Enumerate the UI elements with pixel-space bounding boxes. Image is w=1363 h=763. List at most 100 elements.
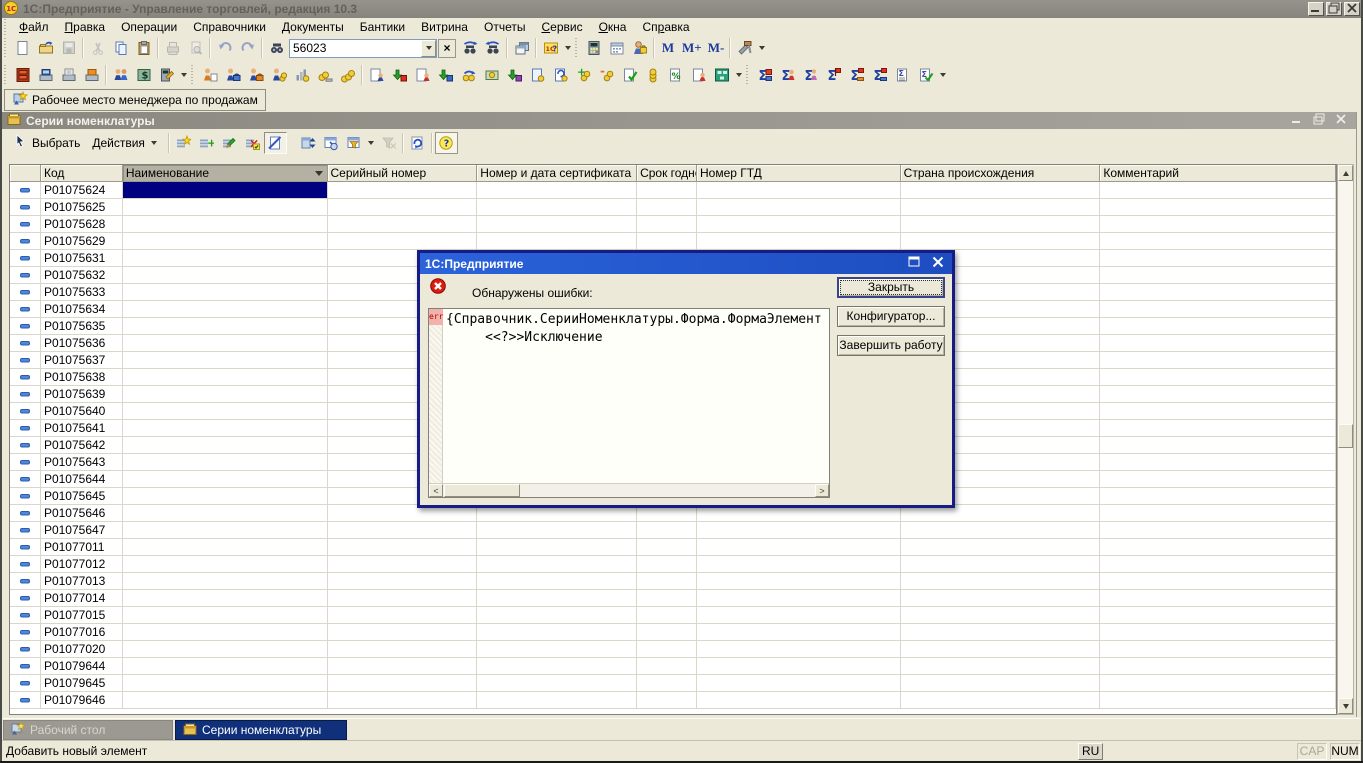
scroll-up-button[interactable]	[1338, 165, 1353, 181]
empty-cell[interactable]	[900, 182, 1101, 199]
empty-cell[interactable]	[1100, 250, 1337, 267]
menu-item-4[interactable]: Справочники	[185, 19, 274, 35]
column-header-6[interactable]: Номер ГТД	[696, 165, 901, 182]
code-cell[interactable]: P01075636	[40, 335, 123, 352]
coins-column-icon[interactable]	[641, 64, 664, 86]
empty-cell[interactable]	[327, 182, 478, 199]
empty-cell[interactable]	[122, 556, 328, 573]
item-marker-icon[interactable]	[10, 539, 41, 556]
code-cell[interactable]: P01079644	[40, 658, 123, 675]
empty-cell[interactable]	[122, 369, 328, 386]
item-marker-icon[interactable]	[10, 182, 41, 199]
report-sigma-flag3-icon[interactable]: Σ	[868, 64, 891, 86]
column-header-8[interactable]: Комментарий	[1100, 165, 1337, 182]
empty-cell[interactable]	[122, 505, 328, 522]
org-structure-icon[interactable]	[710, 64, 733, 86]
customer-coins-icon[interactable]	[267, 64, 290, 86]
search-value[interactable]: 56023	[290, 41, 421, 55]
sort-updown-icon[interactable]	[297, 132, 320, 154]
toolbar-grip[interactable]	[574, 38, 579, 58]
empty-cell[interactable]	[477, 199, 638, 216]
empty-cell[interactable]	[477, 641, 638, 658]
empty-cell[interactable]	[122, 658, 328, 675]
code-cell[interactable]: P01075646	[40, 505, 123, 522]
empty-cell[interactable]	[327, 624, 478, 641]
empty-cell[interactable]	[477, 590, 638, 607]
money-doc-icon[interactable]	[480, 64, 503, 86]
chevron-down-icon[interactable]	[756, 37, 767, 59]
empty-cell[interactable]	[637, 590, 697, 607]
filter-window-icon[interactable]	[320, 132, 343, 154]
empty-cell[interactable]	[122, 284, 328, 301]
add-group-icon[interactable]: +	[195, 132, 218, 154]
empty-cell[interactable]	[1100, 505, 1337, 522]
code-cell[interactable]: P01075647	[40, 522, 123, 539]
code-cell[interactable]: P01075635	[40, 318, 123, 335]
paste-icon[interactable]	[132, 37, 155, 59]
item-marker-icon[interactable]	[10, 250, 41, 267]
chevron-down-icon[interactable]	[937, 64, 948, 86]
menu-grip[interactable]	[3, 18, 8, 35]
empty-cell[interactable]	[327, 522, 478, 539]
empty-cell[interactable]	[1100, 590, 1337, 607]
error-text-box[interactable]: err {Справочник.СерииНоменклатуры.Форма.…	[428, 308, 830, 498]
close-button[interactable]	[1344, 2, 1360, 16]
scrollbar-thumb[interactable]	[1338, 424, 1353, 448]
empty-cell[interactable]	[900, 556, 1101, 573]
empty-cell[interactable]	[637, 624, 697, 641]
empty-cell[interactable]	[122, 488, 328, 505]
doc-coins-icon[interactable]	[526, 64, 549, 86]
empty-cell[interactable]	[122, 624, 328, 641]
item-marker-icon[interactable]	[10, 369, 41, 386]
item-marker-icon[interactable]	[10, 233, 41, 250]
sales-coins-icon[interactable]	[290, 64, 313, 86]
window-tab-2[interactable]: Серии номенклатуры	[175, 720, 347, 740]
menu-item-2[interactable]: Правка	[57, 19, 114, 35]
configurator-button[interactable]: Конфигуратор...	[837, 306, 945, 327]
copy-icon[interactable]	[109, 37, 132, 59]
cash-machine-icon[interactable]	[34, 64, 57, 86]
empty-cell[interactable]	[1100, 488, 1337, 505]
empty-cell[interactable]	[327, 590, 478, 607]
empty-cell[interactable]	[122, 233, 328, 250]
item-marker-icon[interactable]	[10, 216, 41, 233]
empty-cell[interactable]	[122, 675, 328, 692]
code-cell[interactable]: P01075644	[40, 471, 123, 488]
chevron-down-icon[interactable]	[366, 132, 377, 154]
code-cell[interactable]: P01077020	[40, 641, 123, 658]
empty-cell[interactable]	[900, 692, 1101, 709]
coins-exchange-icon[interactable]	[457, 64, 480, 86]
empty-cell[interactable]	[1100, 624, 1337, 641]
code-cell[interactable]: P01077016	[40, 624, 123, 641]
empty-cell[interactable]	[1100, 335, 1337, 352]
empty-cell[interactable]	[637, 199, 697, 216]
toolbar-grip[interactable]	[190, 64, 195, 85]
empty-cell[interactable]	[1100, 454, 1337, 471]
child-close-button[interactable]	[1334, 114, 1348, 127]
empty-cell[interactable]	[122, 352, 328, 369]
column-header-1[interactable]: Код	[40, 165, 123, 182]
empty-cell[interactable]	[1100, 573, 1337, 590]
code-cell[interactable]: P01077012	[40, 556, 123, 573]
empty-cell[interactable]	[900, 607, 1101, 624]
item-marker-icon[interactable]	[10, 590, 41, 607]
item-marker-icon[interactable]	[10, 505, 41, 522]
menu-item-7[interactable]: Витрина	[413, 19, 476, 35]
scroll-left-button[interactable]: <	[429, 484, 443, 497]
column-header-7[interactable]: Страна происхождения	[900, 165, 1101, 182]
code-cell[interactable]: P01075641	[40, 420, 123, 437]
empty-cell[interactable]	[900, 216, 1101, 233]
edit-item-icon[interactable]	[218, 132, 241, 154]
refresh-icon[interactable]	[406, 132, 429, 154]
child-minimize-button[interactable]	[1290, 114, 1304, 127]
empty-cell[interactable]	[696, 216, 901, 233]
item-marker-icon[interactable]	[10, 437, 41, 454]
chevron-down-icon[interactable]	[178, 64, 189, 86]
report-sigma1-icon[interactable]: Σ	[753, 64, 776, 86]
empty-cell[interactable]	[327, 641, 478, 658]
empty-cell[interactable]	[122, 199, 328, 216]
coins-out-icon[interactable]: -	[595, 64, 618, 86]
empty-cell[interactable]	[122, 437, 328, 454]
empty-cell[interactable]	[1100, 675, 1337, 692]
minimize-button[interactable]	[1308, 2, 1324, 16]
